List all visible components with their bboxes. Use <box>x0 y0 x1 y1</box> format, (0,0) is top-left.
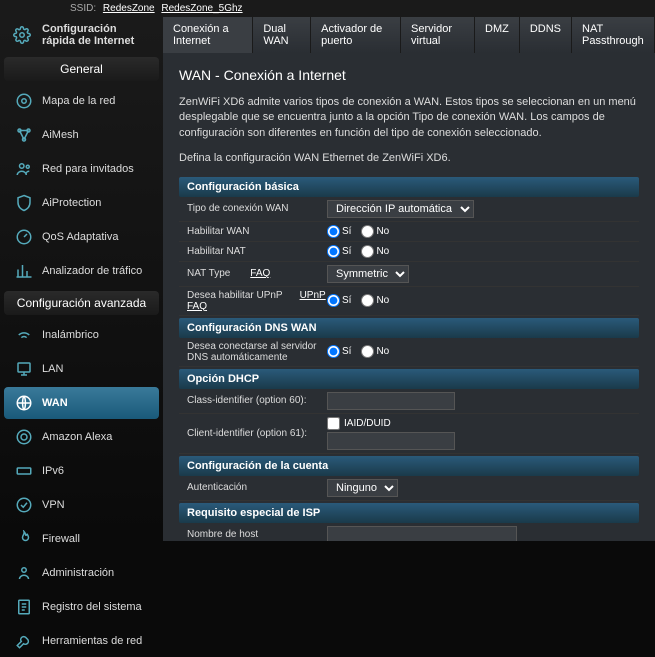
gauge-icon <box>12 225 36 249</box>
tab-3[interactable]: Servidor virtual <box>401 17 475 53</box>
sidebar-advanced-header: Configuración avanzada <box>4 291 159 315</box>
sidebar-item-tools[interactable]: Herramientas de red <box>4 625 159 657</box>
iaid-checkbox[interactable] <box>327 417 340 430</box>
enable-wan-no[interactable] <box>361 225 374 238</box>
section-isp-title: Requisito especial de ISP <box>179 503 639 523</box>
client-id-input[interactable] <box>327 432 455 450</box>
auth-select[interactable]: Ninguno <box>327 479 398 497</box>
upnp-yes[interactable] <box>327 294 340 307</box>
sidebar-item-label: Firewall <box>42 533 80 545</box>
dns-auto-label: Desea conectarse al servidor DNS automát… <box>187 341 327 363</box>
log-icon <box>12 595 36 619</box>
tab-2[interactable]: Activador de puerto <box>311 17 401 53</box>
enable-wan-yes[interactable] <box>327 225 340 238</box>
sidebar-item-vpn[interactable]: VPN <box>4 489 159 521</box>
mesh-icon <box>12 123 36 147</box>
sidebar-item-label: LAN <box>42 363 63 375</box>
auth-label: Autenticación <box>187 482 327 493</box>
map-icon <box>12 89 36 113</box>
sidebar-item-fire[interactable]: Firewall <box>4 523 159 555</box>
sidebar-item-mesh[interactable]: AiMesh <box>4 119 159 151</box>
sidebar-item-ipv6[interactable]: IPv6 <box>4 455 159 487</box>
class-id-label: Class-identifier (option 60): <box>187 395 327 406</box>
ssid-link-1[interactable]: RedesZone <box>103 3 155 14</box>
sidebar-item-label: WAN <box>42 397 68 409</box>
page-desc-2: Defina la configuración WAN Ethernet de … <box>179 151 639 166</box>
gear-icon <box>8 21 36 49</box>
sidebar-item-wifi[interactable]: Inalámbrico <box>4 319 159 351</box>
section-account-title: Configuración de la cuenta <box>179 456 639 476</box>
sidebar-item-label: Analizador de tráfico <box>42 265 142 277</box>
content-panel: Conexión a InternetDual WANActivador de … <box>163 17 655 541</box>
sidebar-item-label: Administración <box>42 567 114 579</box>
tab-1[interactable]: Dual WAN <box>253 17 311 53</box>
sidebar-item-label: Registro del sistema <box>42 601 142 613</box>
sidebar-item-alexa[interactable]: Amazon Alexa <box>4 421 159 453</box>
section-basic-title: Configuración básica <box>179 177 639 197</box>
hostname-label: Nombre de host <box>187 529 327 540</box>
sidebar-item-lan[interactable]: LAN <box>4 353 159 385</box>
ssid-link-2[interactable]: RedesZone_5Ghz <box>161 3 242 14</box>
quick-internet-setup[interactable]: Configuraciónrápida de Internet <box>0 17 163 53</box>
sidebar-general-header: General <box>4 57 159 81</box>
enable-nat-label: Habilitar NAT <box>187 246 327 257</box>
guest-icon <box>12 157 36 181</box>
nat-type-label: NAT Type FAQ <box>187 268 327 279</box>
shield-icon <box>12 191 36 215</box>
enable-nat-yes[interactable] <box>327 245 340 258</box>
page-desc-1: ZenWiFi XD6 admite varios tipos de conex… <box>179 95 639 141</box>
upnp-label: Desea habilitar UPnP UPnP FAQ <box>187 290 327 312</box>
sidebar-item-label: AiMesh <box>42 129 79 141</box>
wan-type-select[interactable]: Dirección IP automática <box>327 200 474 218</box>
sidebar-item-guest[interactable]: Red para invitados <box>4 153 159 185</box>
tab-bar: Conexión a InternetDual WANActivador de … <box>163 17 655 53</box>
tab-0[interactable]: Conexión a Internet <box>163 17 253 53</box>
nat-faq-link[interactable]: FAQ <box>250 268 270 279</box>
chart-icon <box>12 259 36 283</box>
sidebar-item-shield[interactable]: AiProtection <box>4 187 159 219</box>
sidebar-item-label: Amazon Alexa <box>42 431 112 443</box>
sidebar-item-label: IPv6 <box>42 465 64 477</box>
admin-icon <box>12 561 36 585</box>
sidebar-item-label: QoS Adaptativa <box>42 231 118 243</box>
fire-icon <box>12 527 36 551</box>
globe-icon <box>12 391 36 415</box>
sidebar-item-log[interactable]: Registro del sistema <box>4 591 159 623</box>
hostname-input[interactable] <box>327 526 517 541</box>
tools-icon <box>12 629 36 653</box>
client-id-label: Client-identifier (option 61): <box>187 428 327 439</box>
sidebar-item-label: Inalámbrico <box>42 329 99 341</box>
sidebar-item-globe[interactable]: WAN <box>4 387 159 419</box>
wifi-icon <box>12 323 36 347</box>
tab-5[interactable]: DDNS <box>520 17 572 53</box>
sidebar-item-label: Red para invitados <box>42 163 134 175</box>
sidebar: Configuraciónrápida de Internet General … <box>0 17 163 541</box>
sidebar-item-label: AiProtection <box>42 197 101 209</box>
dns-no[interactable] <box>361 345 374 358</box>
tab-4[interactable]: DMZ <box>475 17 520 53</box>
dns-yes[interactable] <box>327 345 340 358</box>
sidebar-item-label: Herramientas de red <box>42 635 142 647</box>
ssid-label: SSID: <box>70 3 96 14</box>
alexa-icon <box>12 425 36 449</box>
enable-nat-no[interactable] <box>361 245 374 258</box>
wan-type-label: Tipo de conexión WAN <box>187 203 327 214</box>
sidebar-item-admin[interactable]: Administración <box>4 557 159 589</box>
upnp-no[interactable] <box>361 294 374 307</box>
sidebar-item-map[interactable]: Mapa de la red <box>4 85 159 117</box>
sidebar-item-label: Mapa de la red <box>42 95 115 107</box>
tab-6[interactable]: NAT Passthrough <box>572 17 655 53</box>
section-dns-title: Configuración DNS WAN <box>179 318 639 338</box>
sidebar-item-gauge[interactable]: QoS Adaptativa <box>4 221 159 253</box>
page-title: WAN - Conexión a Internet <box>179 67 639 83</box>
sidebar-item-chart[interactable]: Analizador de tráfico <box>4 255 159 287</box>
ipv6-icon <box>12 459 36 483</box>
section-dhcp-title: Opción DHCP <box>179 369 639 389</box>
class-id-input[interactable] <box>327 392 455 410</box>
sidebar-item-label: VPN <box>42 499 65 511</box>
lan-icon <box>12 357 36 381</box>
enable-wan-label: Habilitar WAN <box>187 226 327 237</box>
nat-type-select[interactable]: Symmetric <box>327 265 409 283</box>
vpn-icon <box>12 493 36 517</box>
